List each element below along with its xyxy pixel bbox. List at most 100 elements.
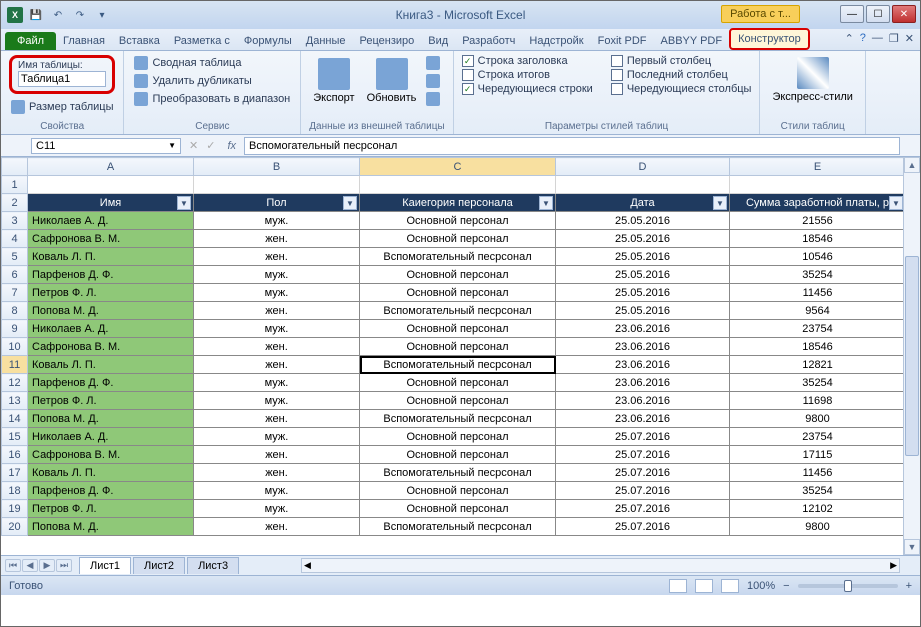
table-cell[interactable]: муж. [194,320,360,338]
table-cell[interactable]: Вспомогательный песрсонал [360,356,556,374]
table-cell[interactable]: Николаев А. Д. [28,428,194,446]
tab-10[interactable]: ABBYY PDF [654,32,730,50]
confirm-formula-icon[interactable]: ✓ [202,139,219,152]
horizontal-scrollbar[interactable]: ◀ ▶ [301,558,900,573]
table-cell[interactable]: 25.07.2016 [556,518,730,536]
table-cell[interactable]: Парфенов Д. Ф. [28,266,194,284]
table-cell[interactable]: жен. [194,248,360,266]
table-cell[interactable]: 12821 [730,356,906,374]
table-cell[interactable]: Сафронова В. М. [28,338,194,356]
tab-constructor[interactable]: Конструктор [729,28,810,50]
table-cell[interactable]: Петров Ф. Л. [28,284,194,302]
table-name-input[interactable] [18,71,106,87]
table-cell[interactable]: 25.07.2016 [556,464,730,482]
filter-dropdown-icon[interactable]: ▼ [539,196,553,210]
table-cell[interactable]: 25.05.2016 [556,266,730,284]
cell[interactable] [360,176,556,194]
filter-dropdown-icon[interactable]: ▼ [343,196,357,210]
close-button[interactable]: ✕ [892,5,916,23]
table-cell[interactable]: 11698 [730,392,906,410]
table-cell[interactable]: муж. [194,392,360,410]
row-header-15[interactable]: 15 [2,428,28,446]
tab-0[interactable]: Главная [56,32,112,50]
table-cell[interactable]: 23754 [730,428,906,446]
table-header-1[interactable]: Пол▼ [194,194,360,212]
table-cell[interactable]: 35254 [730,482,906,500]
table-cell[interactable]: Вспомогательный песрсонал [360,302,556,320]
table-cell[interactable]: Вспомогательный песрсонал [360,248,556,266]
export-button[interactable]: Экспорт [309,56,358,106]
column-header-C[interactable]: C [360,158,556,176]
scroll-thumb[interactable] [905,256,919,456]
resize-table-button[interactable]: Размер таблицы [9,99,115,115]
sheet-nav-first-icon[interactable]: ⏮ [5,559,21,572]
save-icon[interactable]: 💾 [27,6,45,24]
workbook-minimize-icon[interactable]: — [872,32,883,45]
table-header-3[interactable]: Дата▼ [556,194,730,212]
table-cell[interactable]: 9800 [730,410,906,428]
row-header-4[interactable]: 4 [2,230,28,248]
row-header-14[interactable]: 14 [2,410,28,428]
table-cell[interactable]: жен. [194,302,360,320]
table-cell[interactable]: Петров Ф. Л. [28,500,194,518]
table-cell[interactable]: 17115 [730,446,906,464]
ext-link2[interactable] [424,73,442,89]
table-cell[interactable]: муж. [194,500,360,518]
table-cell[interactable]: Коваль Л. П. [28,356,194,374]
quick-styles-button[interactable]: Экспресс-стили [768,55,856,105]
redo-icon[interactable]: ↷ [71,6,89,24]
scroll-left-icon[interactable]: ◀ [302,560,313,571]
minimize-button[interactable]: — [840,5,864,23]
table-cell[interactable]: Парфенов Д. Ф. [28,374,194,392]
table-cell[interactable]: Основной персонал [360,320,556,338]
table-cell[interactable]: Основной персонал [360,374,556,392]
table-cell[interactable]: 35254 [730,266,906,284]
table-cell[interactable]: 23.06.2016 [556,410,730,428]
header-row-checkbox[interactable]: ✓Строка заголовка [462,55,593,67]
table-cell[interactable]: 10546 [730,248,906,266]
table-cell[interactable]: жен. [194,230,360,248]
table-cell[interactable]: Основной персонал [360,482,556,500]
cell[interactable] [730,176,906,194]
table-cell[interactable]: Сафронова В. М. [28,446,194,464]
tab-1[interactable]: Вставка [112,32,167,50]
table-cell[interactable]: 25.05.2016 [556,212,730,230]
tab-6[interactable]: Вид [421,32,455,50]
table-cell[interactable]: 18546 [730,230,906,248]
name-box[interactable]: C11▼ [31,138,181,154]
cancel-formula-icon[interactable]: ✕ [185,139,202,152]
table-cell[interactable]: 21556 [730,212,906,230]
row-header-6[interactable]: 6 [2,266,28,284]
row-header-5[interactable]: 5 [2,248,28,266]
spreadsheet-grid[interactable]: ABCDE12Имя▼Пол▼Каиегория персонала▼Дата▼… [1,157,920,555]
table-cell[interactable]: Вспомогательный песрсонал [360,464,556,482]
cell[interactable] [194,176,360,194]
table-cell[interactable]: 23754 [730,320,906,338]
table-cell[interactable]: 25.05.2016 [556,284,730,302]
total-row-checkbox[interactable]: Строка итогов [462,69,593,81]
page-layout-view-button[interactable] [695,579,713,593]
table-cell[interactable]: Вспомогательный песрсонал [360,410,556,428]
table-cell[interactable]: 9800 [730,518,906,536]
table-cell[interactable]: Парфенов Д. Ф. [28,482,194,500]
table-header-4[interactable]: Сумма заработной платы, р▼ [730,194,906,212]
zoom-slider[interactable] [798,584,898,588]
row-header-3[interactable]: 3 [2,212,28,230]
row-header-12[interactable]: 12 [2,374,28,392]
table-cell[interactable]: Попова М. Д. [28,410,194,428]
convert-to-range-button[interactable]: Преобразовать в диапазон [132,91,292,107]
table-cell[interactable]: Основной персонал [360,230,556,248]
table-cell[interactable]: жен. [194,518,360,536]
table-cell[interactable]: 25.07.2016 [556,482,730,500]
zoom-level[interactable]: 100% [747,580,775,592]
table-cell[interactable]: Николаев А. Д. [28,320,194,338]
table-cell[interactable]: Основной персонал [360,338,556,356]
tab-2[interactable]: Разметка с [167,32,237,50]
tab-file[interactable]: Файл [5,32,56,50]
table-cell[interactable]: 25.05.2016 [556,248,730,266]
table-cell[interactable]: 23.06.2016 [556,338,730,356]
table-cell[interactable]: жен. [194,446,360,464]
remove-duplicates-button[interactable]: Удалить дубликаты [132,73,292,89]
fx-icon[interactable]: fx [219,140,244,152]
row-header-16[interactable]: 16 [2,446,28,464]
